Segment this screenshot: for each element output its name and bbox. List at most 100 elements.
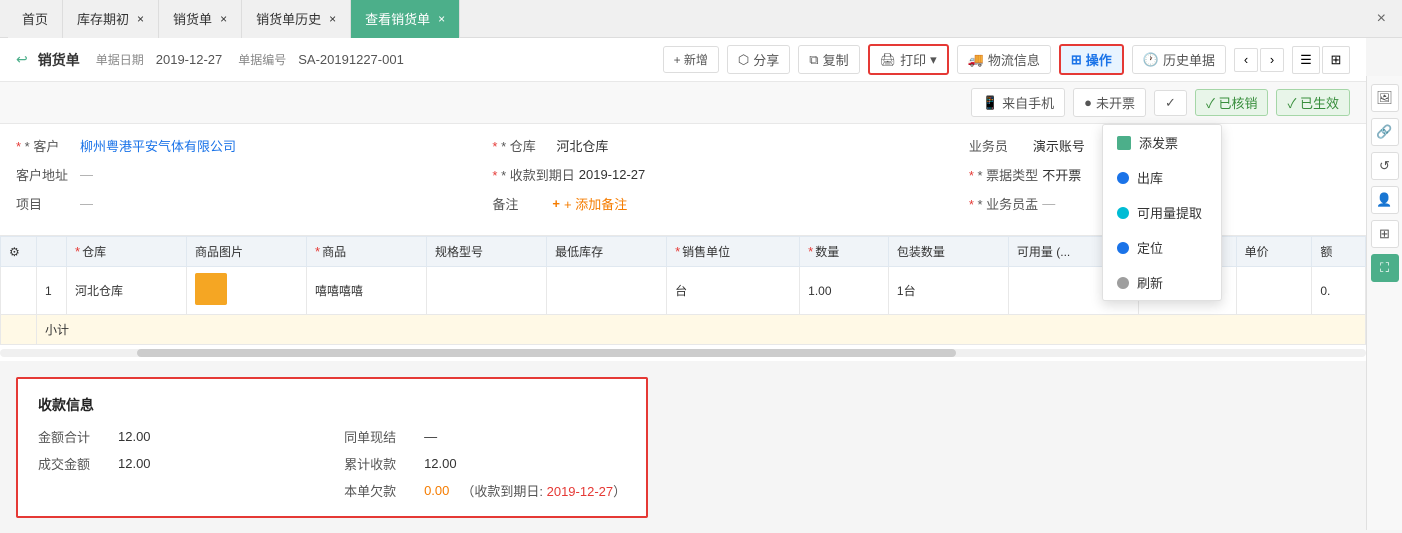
deal-label: 成交金额 (38, 454, 110, 473)
total-value: 12.00 (118, 429, 151, 444)
prev-arrow[interactable]: ‹ (1234, 48, 1258, 72)
note-label: 备注 (492, 194, 552, 213)
nav-arrows: ‹ › (1234, 48, 1284, 72)
history-button[interactable]: 🕐 历史单据 (1132, 45, 1226, 74)
arrear-date: 2019-12-27 (547, 484, 614, 499)
dropdown-available-qty[interactable]: 可用量提取 (1103, 195, 1221, 230)
share-button[interactable]: ⬡ 分享 (727, 45, 790, 74)
doc-icon: ↩ (16, 51, 28, 68)
summary-row-deal: 成交金额 12.00 (38, 454, 320, 473)
operation-button[interactable]: ⊞ 操作 (1059, 44, 1124, 75)
same-settlement-value: — (424, 429, 437, 444)
tab-sales-order[interactable]: 销货单 × (159, 0, 242, 38)
effective-tag: ✓ 已生效 (1276, 89, 1350, 116)
customer-value[interactable]: 柳州粤港平安气体有限公司 (80, 136, 236, 155)
project-value: — (80, 196, 93, 211)
arrear-note: （收款到期日: 2019-12-27） (461, 481, 626, 500)
customer-label: * 客户 (16, 136, 76, 155)
horizontal-scrollbar[interactable] (0, 349, 1366, 357)
sidebar-link-btn[interactable]: 🔗 (1371, 118, 1399, 146)
tab-inventory-init[interactable]: 库存期初 × (63, 0, 159, 38)
rotate-icon: ↺ (1379, 158, 1390, 174)
status-bar: 📱 来自手机 ● 未开票 ✓ ✓ 已核销 ✓ 已生效 (0, 82, 1366, 124)
logistics-button[interactable]: 🚚 物流信息 (957, 45, 1051, 74)
window-close-btn[interactable]: × (1369, 6, 1394, 32)
main-content: ↩ 销货单 单据日期 2019-12-27 单据编号 SA-20191227-0… (0, 38, 1402, 530)
payment-date-field: * 收款到期日 2019-12-27 (492, 165, 968, 184)
add-note-btn[interactable]: + + 添加备注 (552, 194, 627, 213)
truck-icon: 🚚 (968, 52, 984, 68)
col-quantity: *数量 (800, 237, 889, 267)
address-label: 客户地址 (16, 165, 76, 184)
operation-dropdown: 添发票 出库 可用量提取 定位 刷新 (1102, 124, 1222, 301)
project-field: 项目 — (16, 194, 492, 213)
expand-icon: ⛶ (1380, 260, 1389, 276)
col-seq (37, 237, 67, 267)
col-min-stock: 最低库存 (547, 237, 667, 267)
grid-icon: ⊞ (1071, 52, 1082, 68)
view-toggle: ☰ ⊞ (1292, 46, 1350, 74)
tab-sales-order-close[interactable]: × (220, 12, 227, 26)
row-amount: 0. (1312, 267, 1366, 315)
grid-view-btn[interactable]: ⊞ (1322, 46, 1350, 74)
tab-bar: 首页 库存期初 × 销货单 × 销货单历史 × 查看销货单 × × (0, 0, 1402, 38)
summary-box: 收款信息 金额合计 12.00 同单现结 — 成交金额 12.00 累计收款 1… (16, 377, 648, 518)
tab-inventory-init-close[interactable]: × (137, 12, 144, 26)
arrear-value: 0.00 (424, 483, 449, 498)
col-amount: 额 (1312, 237, 1366, 267)
dropdown-out-warehouse[interactable]: 出库 (1103, 160, 1221, 195)
payment-date-value: 2019-12-27 (579, 167, 646, 182)
copy-button[interactable]: ⧉ 复制 (798, 45, 859, 74)
sidebar-rotate-btn[interactable]: ↺ (1371, 152, 1399, 180)
header-left: ↩ 销货单 单据日期 2019-12-27 单据编号 SA-20191227-0… (16, 50, 404, 70)
address-field: 客户地址 — (16, 165, 492, 184)
next-arrow[interactable]: › (1260, 48, 1284, 72)
total-label: 金额合计 (38, 427, 110, 446)
tab-view-sales-close[interactable]: × (438, 12, 445, 26)
col-gear[interactable]: ⚙ (1, 237, 37, 267)
mobile-icon: 📱 (982, 95, 998, 111)
circle-gray-icon (1117, 277, 1129, 289)
customer-field: * 客户 柳州粤港平安气体有限公司 (16, 136, 492, 155)
confirm-btn[interactable]: ✓ (1154, 90, 1187, 116)
tab-sales-history-close[interactable]: × (329, 12, 336, 26)
dropdown-locate[interactable]: 定位 (1103, 230, 1221, 265)
same-settlement-label: 同单现结 (344, 427, 416, 446)
header-right: + 新增 ⬡ 分享 ⧉ 复制 🖨 打印 ▾ 🚚 物流信息 ⊞ 操作 (663, 44, 1350, 75)
tab-sales-history[interactable]: 销货单历史 × (242, 0, 351, 38)
col-pack-qty: 包装数量 (888, 237, 1008, 267)
tab-view-sales[interactable]: 查看销货单 × (351, 0, 460, 38)
sidebar-image-btn[interactable]: 🖼 (1371, 84, 1399, 112)
from-mobile-btn[interactable]: 📱 来自手机 (971, 88, 1065, 117)
new-button[interactable]: + 新增 (663, 46, 719, 73)
col-warehouse: *仓库 (67, 237, 187, 267)
ticket-type-label: * 票据类型 (969, 165, 1038, 184)
check-circle-icon: ✓ (1206, 96, 1215, 111)
sidebar-table-btn[interactable]: ⊞ (1371, 220, 1399, 248)
row-product: 嘻嘻嘻嘻 (307, 267, 427, 315)
staff-label: 业务员 (969, 136, 1029, 155)
subtotal-label: 小计 (37, 315, 1366, 345)
right-sidebar: 🖼 🔗 ↺ 👤 ⊞ ⛶ (1366, 76, 1402, 530)
deal-value: 12.00 (118, 456, 151, 471)
print-icon: 🖨 (880, 52, 897, 68)
list-view-btn[interactable]: ☰ (1292, 46, 1320, 74)
print-button[interactable]: 🖨 打印 ▾ (868, 44, 949, 75)
payment-date-label: * 收款到期日 (492, 165, 574, 184)
sidebar-user-btn[interactable]: 👤 (1371, 186, 1399, 214)
staff-value: 演示账号 (1033, 136, 1085, 155)
dropdown-refresh[interactable]: 刷新 (1103, 265, 1221, 300)
scroll-thumb[interactable] (137, 349, 957, 357)
history-icon: 🕐 (1143, 52, 1159, 68)
ticket-icon: ● (1084, 95, 1092, 110)
sidebar-expand-btn[interactable]: ⛶ (1371, 254, 1399, 282)
row-warehouse: 河北仓库 (67, 267, 187, 315)
row-pack-qty: 1台 (888, 267, 1008, 315)
dropdown-add-invoice[interactable]: 添发票 (1103, 125, 1221, 160)
tab-home[interactable]: 首页 (8, 0, 63, 38)
cumulative-value: 12.00 (424, 456, 457, 471)
user-icon: 👤 (1376, 192, 1392, 208)
check-icon: ✓ (1165, 95, 1176, 111)
not-opened-btn[interactable]: ● 未开票 (1073, 88, 1146, 117)
copy-icon: ⧉ (809, 52, 818, 68)
